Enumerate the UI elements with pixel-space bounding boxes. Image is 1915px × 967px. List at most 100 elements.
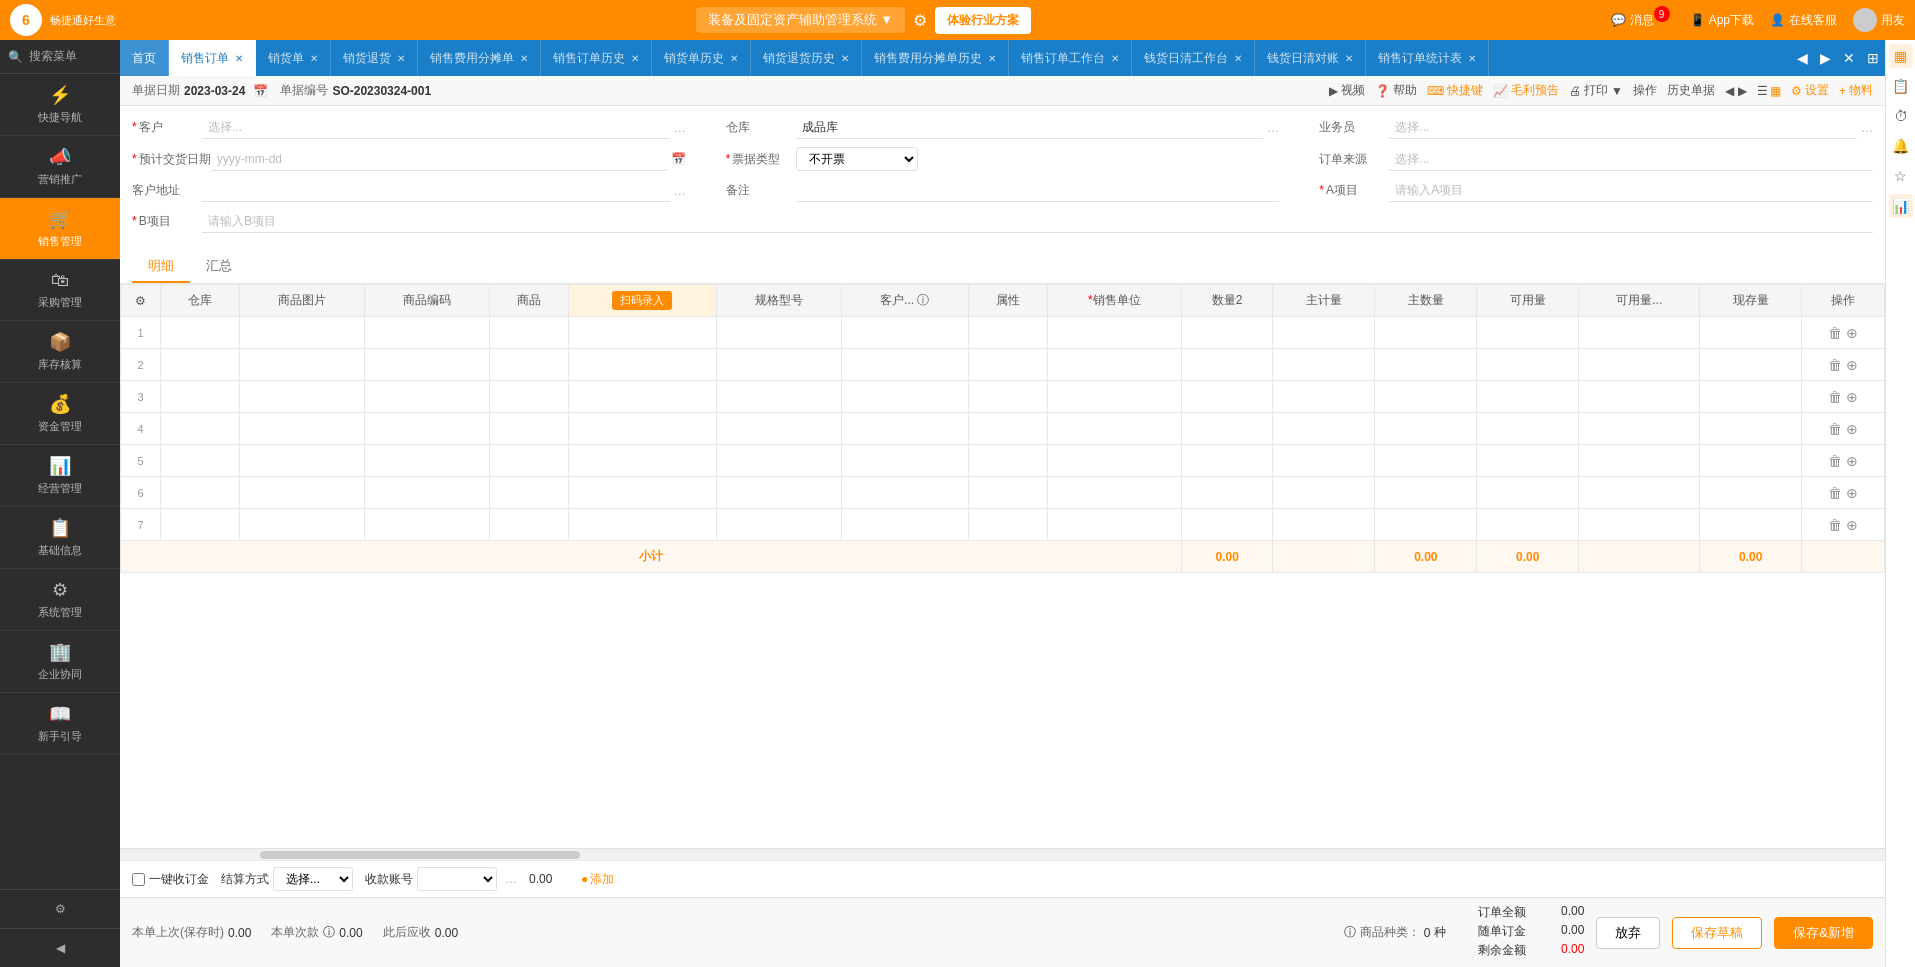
delete-icon[interactable]: 🗑 — [1828, 485, 1842, 501]
payment-select[interactable]: 选择... — [273, 867, 353, 891]
calendar-icon[interactable]: 📅 — [253, 84, 268, 98]
sidebar-item-marketing[interactable]: 📣 营销推广 — [0, 136, 120, 198]
settings-icon[interactable]: ⚙ — [913, 11, 927, 30]
print-btn[interactable]: 🖨 打印 ▼ — [1569, 82, 1623, 99]
app-download-btn[interactable]: 📱 App下载 — [1690, 12, 1754, 29]
discard-btn[interactable]: 放弃 — [1596, 917, 1660, 949]
copy-icon[interactable]: ⊕ — [1846, 357, 1858, 373]
delete-icon[interactable]: 🗑 — [1828, 357, 1842, 373]
tab-return-history[interactable]: 销货退货历史 ✕ — [751, 40, 862, 76]
remark-input[interactable] — [796, 179, 1280, 202]
customer-expand[interactable]: … — [674, 121, 686, 135]
tab-sales-order[interactable]: 销售订单 ✕ — [169, 40, 256, 76]
save-new-btn[interactable]: 保存&新增 — [1774, 917, 1873, 949]
sidebar-item-finance[interactable]: 💰 资金管理 — [0, 383, 120, 445]
tab-sales-order-close[interactable]: ✕ — [235, 53, 243, 64]
tab-sales-invoice-close[interactable]: ✕ — [310, 53, 318, 64]
sidebar-item-enterprise[interactable]: 🏢 企业协同 — [0, 631, 120, 693]
system-title[interactable]: 装备及固定资产辅助管理系统 ▼ — [696, 7, 906, 33]
order-source-input[interactable] — [1389, 148, 1873, 171]
col-settings[interactable]: ⚙ — [121, 285, 161, 317]
account-expand[interactable]: … — [505, 872, 517, 886]
delete-icon[interactable]: 🗑 — [1828, 517, 1842, 533]
tab-cash-workbench[interactable]: 钱货日清工作台 ✕ — [1132, 40, 1255, 76]
tab-order-history[interactable]: 销售订单历史 ✕ — [541, 40, 652, 76]
tab-expense-split[interactable]: 销售费用分摊单 ✕ — [418, 40, 541, 76]
tab-expand-btn[interactable]: ⊞ — [1861, 40, 1885, 76]
a-project-input[interactable] — [1389, 179, 1873, 202]
tab-prev-btn[interactable]: ◀ — [1791, 40, 1814, 76]
tab-detail[interactable]: 明细 — [132, 251, 190, 283]
tab-sales-return[interactable]: 销货退货 ✕ — [331, 40, 418, 76]
tab-expense-history[interactable]: 销售费用分摊单历史 ✕ — [862, 40, 1009, 76]
staff-input[interactable] — [1389, 116, 1857, 139]
tab-sales-invoice[interactable]: 销货单 ✕ — [256, 40, 331, 76]
delivery-input[interactable] — [211, 148, 667, 171]
copy-icon[interactable]: ⊕ — [1846, 453, 1858, 469]
tab-sales-stats[interactable]: 销售订单统计表 ✕ — [1366, 40, 1489, 76]
tab-cash-reconcile[interactable]: 钱货日清对账 ✕ — [1255, 40, 1366, 76]
copy-icon[interactable]: ⊕ — [1846, 485, 1858, 501]
warehouse-expand[interactable]: … — [1267, 121, 1279, 135]
sidebar-settings-btn[interactable]: ⚙ — [0, 889, 120, 928]
customer-input[interactable] — [202, 116, 670, 139]
right-panel-icon-5[interactable]: ☆ — [1889, 164, 1913, 188]
right-panel-icon-4[interactable]: 🔔 — [1889, 134, 1913, 158]
sidebar-item-base[interactable]: 📋 基础信息 — [0, 507, 120, 569]
tab-next-btn[interactable]: ▶ — [1814, 40, 1837, 76]
address-input[interactable] — [202, 179, 670, 202]
online-service-btn[interactable]: 👤 在线客服 — [1770, 12, 1837, 29]
sidebar-item-inventory[interactable]: 📦 库存核算 — [0, 321, 120, 383]
sidebar-collapse-btn[interactable]: ◀ — [0, 928, 120, 967]
scan-button[interactable]: 扫码录入 — [612, 291, 672, 310]
copy-icon[interactable]: ⊕ — [1846, 517, 1858, 533]
right-panel-icon-6[interactable]: 📊 — [1889, 194, 1913, 218]
right-panel-icon-1[interactable]: ▦ — [1889, 44, 1913, 68]
scroll-thumb[interactable] — [260, 851, 580, 859]
delete-icon[interactable]: 🗑 — [1828, 421, 1842, 437]
right-panel-icon-3[interactable]: ⏱ — [1889, 104, 1913, 128]
col-scan[interactable]: 扫码录入 — [568, 285, 716, 317]
copy-icon[interactable]: ⊕ — [1846, 325, 1858, 341]
copy-icon[interactable]: ⊕ — [1846, 389, 1858, 405]
view-btn[interactable]: ▶ 视频 — [1329, 82, 1365, 99]
list-view-btn[interactable]: ☰ — [1757, 84, 1768, 98]
sidebar-item-sales[interactable]: 🛒 销售管理 — [0, 198, 120, 260]
tab-sales-return-close[interactable]: ✕ — [397, 53, 405, 64]
tab-home[interactable]: 首页 — [120, 40, 169, 76]
delivery-calendar-icon[interactable]: 📅 — [671, 152, 686, 166]
warehouse-input[interactable] — [796, 116, 1264, 139]
delete-icon[interactable]: 🗑 — [1828, 453, 1842, 469]
tab-summary[interactable]: 汇总 — [190, 251, 248, 283]
nav-left-btn[interactable]: ◀ — [1725, 84, 1734, 98]
help-btn[interactable]: ❓ 帮助 — [1375, 82, 1417, 99]
scroll-bar[interactable] — [120, 848, 1885, 860]
sidebar-item-sys[interactable]: ⚙ 系统管理 — [0, 569, 120, 631]
tab-close-btn[interactable]: ✕ — [1837, 40, 1861, 76]
add-btn[interactable]: ● 添加 — [581, 871, 614, 888]
action-btn[interactable]: 操作 — [1633, 82, 1657, 99]
copy-icon[interactable]: ⊕ — [1846, 421, 1858, 437]
history-btn[interactable]: 历史单据 — [1667, 82, 1715, 99]
sidebar-item-quick-nav[interactable]: ⚡ 快捷导航 — [0, 74, 120, 136]
sidebar-search[interactable]: 🔍 搜索菜单 — [0, 40, 120, 74]
nav-right-btn[interactable]: ▶ — [1738, 84, 1747, 98]
user-menu[interactable]: 用友 — [1853, 8, 1905, 32]
industry-button[interactable]: 体验行业方案 — [935, 7, 1031, 34]
profit-btn[interactable]: 📈 毛利预告 — [1493, 82, 1559, 99]
add-material-btn[interactable]: + 物料 — [1839, 82, 1873, 99]
sidebar-item-purchase[interactable]: 🛍 采购管理 — [0, 260, 120, 321]
sidebar-item-guide[interactable]: 📖 新手引导 — [0, 693, 120, 755]
b-project-input[interactable] — [202, 210, 1873, 233]
delete-icon[interactable]: 🗑 — [1828, 389, 1842, 405]
invoice-select[interactable]: 不开票 增值税普通发票 增值税专用发票 — [796, 147, 918, 171]
staff-expand[interactable]: … — [1861, 121, 1873, 135]
account-select[interactable] — [417, 867, 497, 891]
save-draft-btn[interactable]: 保存草稿 — [1672, 917, 1762, 949]
settings-side-btn[interactable]: ⚙ 设置 — [1791, 82, 1829, 99]
address-expand[interactable]: … — [674, 184, 686, 198]
one-click-checkbox[interactable] — [132, 873, 145, 886]
notification-btn[interactable]: 💬 消息 9 — [1611, 12, 1674, 29]
form-view-btn[interactable]: ▦ — [1770, 84, 1781, 98]
right-panel-icon-2[interactable]: 📋 — [1889, 74, 1913, 98]
